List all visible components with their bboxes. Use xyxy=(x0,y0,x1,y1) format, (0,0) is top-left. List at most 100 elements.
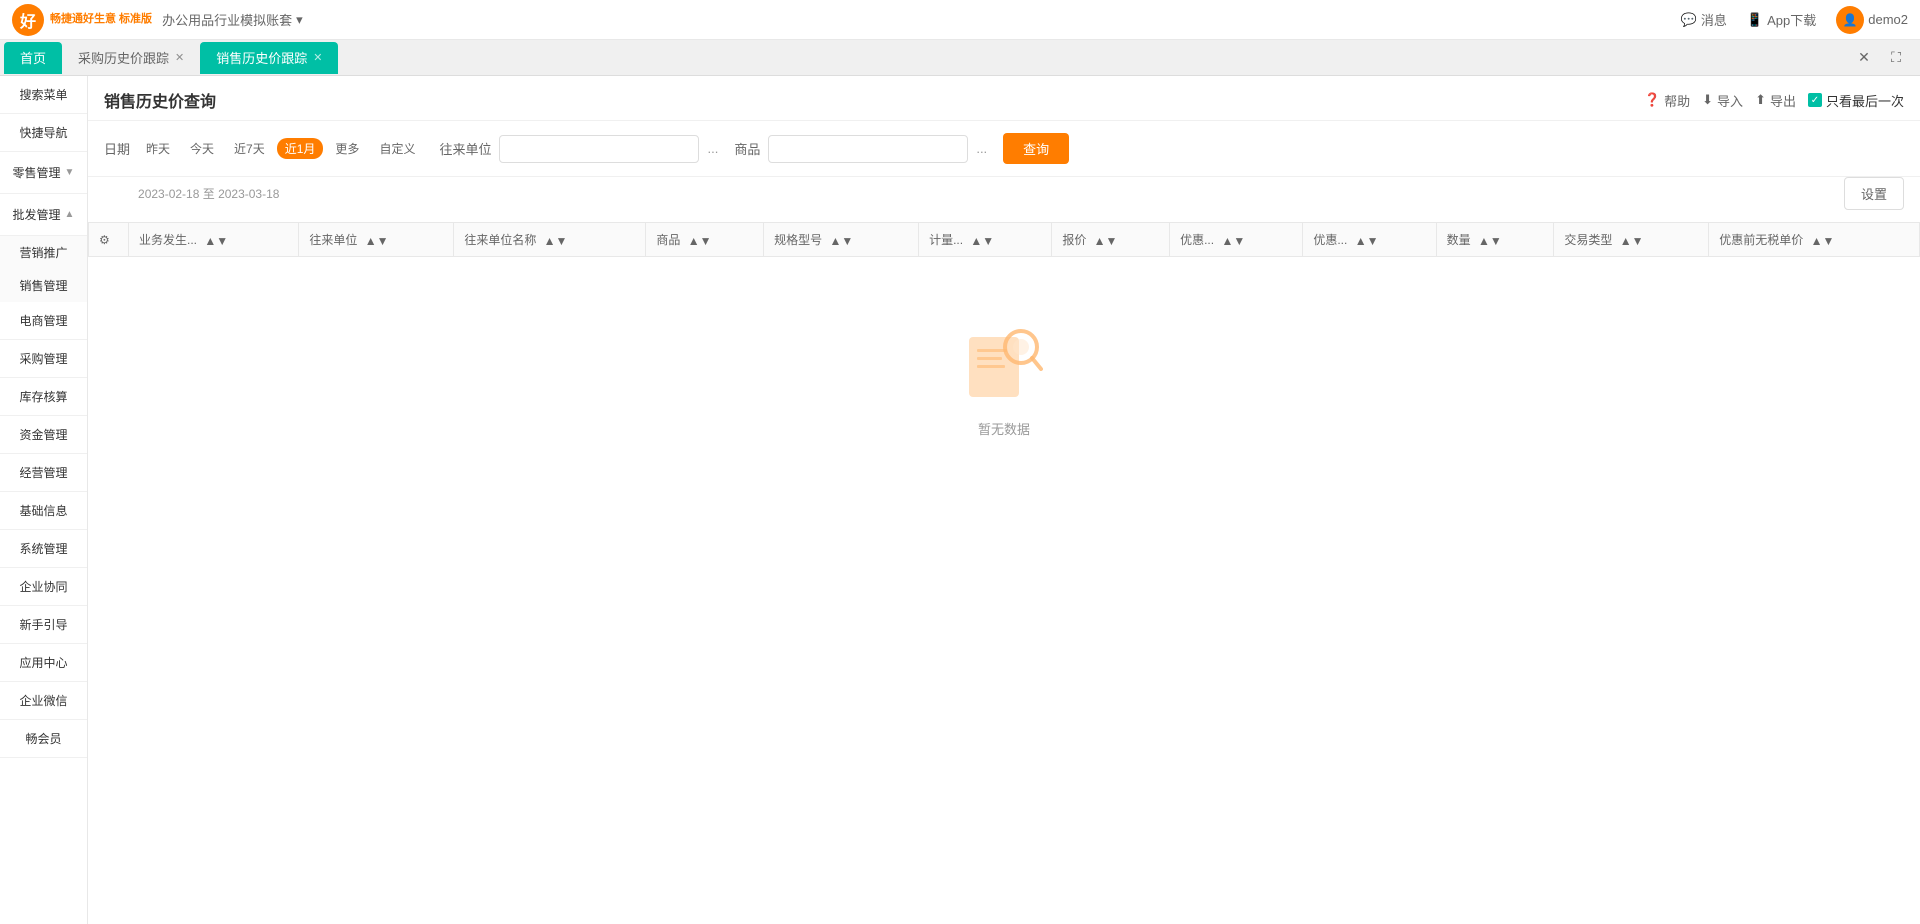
tab-sales-label: 销售历史价跟踪 xyxy=(216,48,307,67)
page-header-actions: ❓ 帮助 ⬇ 导入 ⬆ 导出 ✓ 只看最后一次 xyxy=(1644,91,1904,110)
sidebar-item-finance[interactable]: 资金管理 xyxy=(0,416,87,454)
sidebar-item-purchase[interactable]: 采购管理 xyxy=(0,340,87,378)
th-unit[interactable]: 计量... ▲▼ xyxy=(919,223,1052,257)
goods-label: 商品 xyxy=(734,139,760,158)
sidebar-item-enterprise[interactable]: 企业协同 xyxy=(0,568,87,606)
th-goods-label: 商品 xyxy=(656,233,680,247)
sort-icon-spec: ▲▼ xyxy=(830,234,854,248)
goods-input[interactable] xyxy=(768,135,968,163)
query-button[interactable]: 查询 xyxy=(1003,133,1069,164)
sidebar-item-wholesale[interactable]: 批发管理 ▲ xyxy=(0,194,87,236)
sort-icon-trade-type: ▲▼ xyxy=(1620,234,1644,248)
ecommerce-label: 电商管理 xyxy=(19,312,67,329)
th-discount2-label: 优惠... xyxy=(1313,233,1347,247)
wechat-label: 企业微信 xyxy=(19,692,67,709)
date-btn-yesterday[interactable]: 昨天 xyxy=(138,138,178,159)
th-discount2[interactable]: 优惠... ▲▼ xyxy=(1303,223,1436,257)
tab-purchase-close[interactable]: ✕ xyxy=(175,51,184,64)
app-center-label: 应用中心 xyxy=(19,654,67,671)
date-btn-today[interactable]: 今天 xyxy=(182,138,222,159)
filter-area: 日期 昨天 今天 近7天 近1月 更多 自定义 往来单位 ... xyxy=(88,121,1920,177)
sidebar-item-quick-nav[interactable]: 快捷导航 xyxy=(0,114,87,152)
partner-ellipsis[interactable]: ... xyxy=(707,141,718,156)
table-container[interactable]: ⚙ 业务发生... ▲▼ 往来单位 ▲▼ 往来单位名称 xyxy=(88,222,1920,924)
th-partner-name-label: 往来单位名称 xyxy=(464,233,536,247)
sidebar-item-inventory[interactable]: 库存核算 xyxy=(0,378,87,416)
tab-sales-close[interactable]: ✕ xyxy=(313,51,322,64)
date-btn-custom[interactable]: 自定义 xyxy=(371,138,423,159)
sidebar-item-guide[interactable]: 新手引导 xyxy=(0,606,87,644)
enterprise-label: 企业协同 xyxy=(19,578,67,595)
tab-purchase-history[interactable]: 采购历史价跟踪 ✕ xyxy=(62,42,200,74)
settings-button[interactable]: 设置 xyxy=(1844,177,1904,210)
sidebar-item-search-menu[interactable]: 搜索菜单 xyxy=(0,76,87,114)
sidebar-item-system[interactable]: 系统管理 xyxy=(0,530,87,568)
only-last-checkbox[interactable]: ✓ xyxy=(1808,93,1822,107)
tab-sales-history[interactable]: 销售历史价跟踪 ✕ xyxy=(200,42,338,74)
date-filter-group: 日期 昨天 今天 近7天 近1月 更多 自定义 xyxy=(104,138,423,159)
tab-actions: ✕ ⛶ xyxy=(1852,46,1916,70)
sidebar-item-member[interactable]: 畅会员 xyxy=(0,720,87,758)
th-quote-label: 报价 xyxy=(1062,233,1086,247)
logo-text: 畅捷通好生意 标准版 xyxy=(50,12,152,26)
logo-icon: 好 xyxy=(12,4,44,36)
sort-icon-discount2: ▲▼ xyxy=(1355,234,1379,248)
main-layout: 搜索菜单 快捷导航 零售管理 ▼ 批发管理 ▲ 营销推广 销售管理 电商管理 采… xyxy=(0,76,1920,924)
th-partner-code[interactable]: 往来单位 ▲▼ xyxy=(299,223,454,257)
goods-ellipsis[interactable]: ... xyxy=(976,141,987,156)
only-last-checkbox-label[interactable]: ✓ 只看最后一次 xyxy=(1808,91,1904,110)
sidebar-item-basic-info[interactable]: 基础信息 xyxy=(0,492,87,530)
sidebar-item-sales-mgmt[interactable]: 销售管理 xyxy=(0,269,87,302)
header-right: 💬 消息 📱 App下载 👤 demo2 xyxy=(1681,6,1908,34)
sidebar-item-marketing[interactable]: 营销推广 xyxy=(0,236,87,269)
export-link[interactable]: ⬆ 导出 xyxy=(1755,91,1796,110)
quick-nav-label: 快捷导航 xyxy=(19,124,67,141)
tab-maximize-btn[interactable]: ⛶ xyxy=(1884,46,1908,70)
sidebar-item-app-center[interactable]: 应用中心 xyxy=(0,644,87,682)
th-biz-date[interactable]: 业务发生... ▲▼ xyxy=(129,223,299,257)
export-label: 导出 xyxy=(1770,91,1796,110)
tab-home-label: 首页 xyxy=(20,48,46,67)
th-discount1[interactable]: 优惠... ▲▼ xyxy=(1170,223,1303,257)
logo-area: 好 畅捷通好生意 标准版 xyxy=(12,4,152,36)
import-link[interactable]: ⬇ 导入 xyxy=(1702,91,1743,110)
sidebar-item-retail[interactable]: 零售管理 ▼ xyxy=(0,152,87,194)
export-icon: ⬆ xyxy=(1755,92,1766,108)
sidebar-item-wechat[interactable]: 企业微信 xyxy=(0,682,87,720)
date-btn-more[interactable]: 更多 xyxy=(327,138,367,159)
message-label: 消息 xyxy=(1701,10,1727,29)
message-icon: 💬 xyxy=(1681,12,1697,28)
th-partner-name[interactable]: 往来单位名称 ▲▼ xyxy=(454,223,646,257)
th-trade-type[interactable]: 交易类型 ▲▼ xyxy=(1554,223,1709,257)
th-quantity[interactable]: 数量 ▲▼ xyxy=(1436,223,1554,257)
page-title: 销售历史价查询 xyxy=(104,88,216,112)
th-pre-tax-price[interactable]: 优惠前无税单价 ▲▼ xyxy=(1709,223,1920,257)
sort-icon-discount1: ▲▼ xyxy=(1221,234,1245,248)
th-spec[interactable]: 规格型号 ▲▼ xyxy=(764,223,919,257)
user-area[interactable]: 👤 demo2 xyxy=(1836,6,1908,34)
message-action[interactable]: 💬 消息 xyxy=(1681,10,1727,29)
sidebar-item-operations[interactable]: 经营管理 xyxy=(0,454,87,492)
marketing-label: 营销推广 xyxy=(19,246,67,260)
th-goods[interactable]: 商品 ▲▼ xyxy=(646,223,764,257)
tab-home[interactable]: 首页 xyxy=(4,42,62,74)
sort-icon-partner-name: ▲▼ xyxy=(544,234,568,248)
help-link[interactable]: ❓ 帮助 xyxy=(1644,91,1690,110)
import-label: 导入 xyxy=(1717,91,1743,110)
partner-input[interactable] xyxy=(499,135,699,163)
empty-svg xyxy=(959,317,1049,407)
table-header: ⚙ 业务发生... ▲▼ 往来单位 ▲▼ 往来单位名称 xyxy=(89,223,1920,257)
app-download-action[interactable]: 📱 App下载 xyxy=(1747,10,1816,29)
date-btn-7days[interactable]: 近7天 xyxy=(226,138,273,159)
workspace-selector[interactable]: 办公用品行业模拟账套 ▾ xyxy=(162,10,303,29)
tab-close-all-btn[interactable]: ✕ xyxy=(1852,46,1876,70)
content-area: 销售历史价查询 ❓ 帮助 ⬇ 导入 ⬆ 导出 ✓ xyxy=(88,76,1920,924)
th-pre-tax-price-label: 优惠前无税单价 xyxy=(1719,233,1803,247)
th-quote[interactable]: 报价 ▲▼ xyxy=(1052,223,1170,257)
sidebar-item-ecommerce[interactable]: 电商管理 xyxy=(0,302,87,340)
avatar: 👤 xyxy=(1836,6,1864,34)
workspace-dropdown-icon: ▾ xyxy=(296,12,303,28)
sort-icon-partner-code: ▲▼ xyxy=(365,234,389,248)
th-gear[interactable]: ⚙ xyxy=(89,223,129,257)
date-btn-1month[interactable]: 近1月 xyxy=(277,138,324,159)
